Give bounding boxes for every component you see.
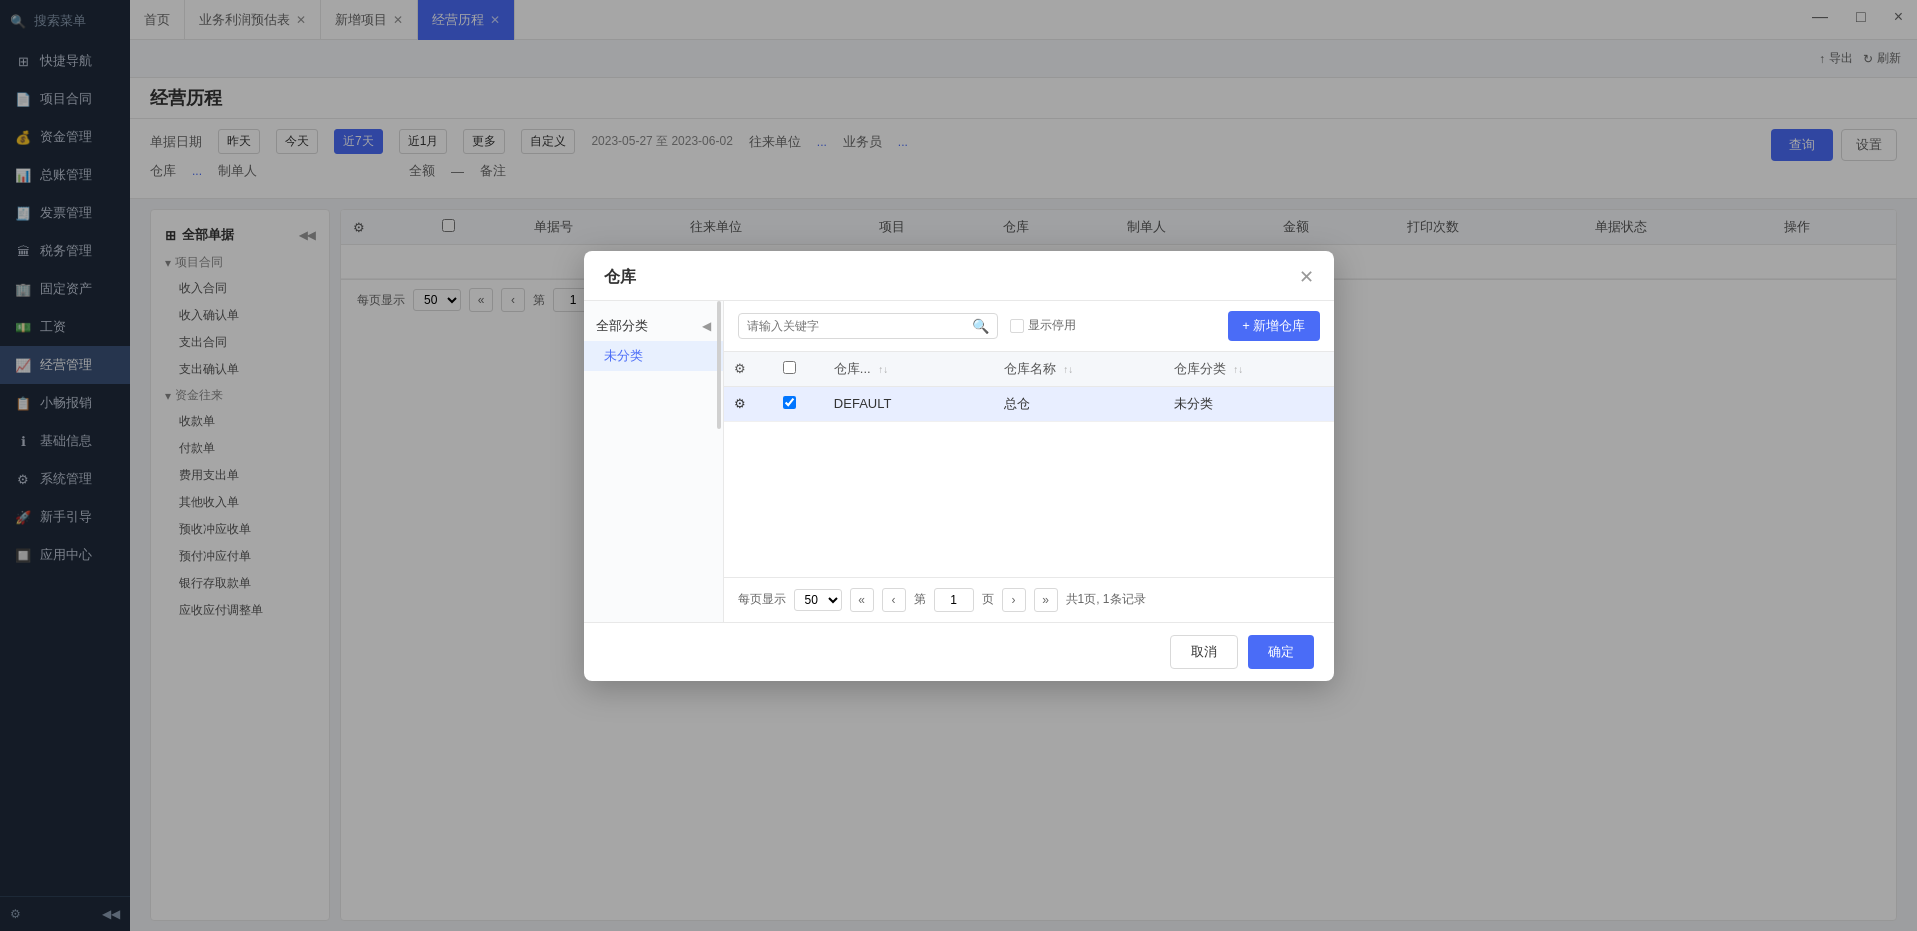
modal-checkbox-all[interactable] xyxy=(783,361,796,374)
modal-total-text: 共1页, 1条记录 xyxy=(1066,591,1146,608)
modal-prev-page[interactable]: ‹ xyxy=(882,588,906,612)
row-check[interactable] xyxy=(773,386,824,421)
modal-close-button[interactable]: ✕ xyxy=(1299,268,1314,286)
modal-search-box[interactable]: 🔍 xyxy=(738,313,998,339)
show-disabled-checkbox[interactable]: 显示停用 xyxy=(1010,317,1076,334)
modal-col-name: 仓库名称 ↑↓ xyxy=(994,352,1164,387)
modal-table-wrap: ⚙ 仓库... ↑↓ 仓库名称 xyxy=(724,352,1334,577)
category-sort-icon[interactable]: ↑↓ xyxy=(1233,364,1243,375)
modal-pagination: 每页显示 50 « ‹ 第 页 › » 共1页, 1条记录 xyxy=(724,577,1334,622)
modal-body: 全部分类 ◀ 未分类 🔍 xyxy=(584,301,1334,622)
confirm-button[interactable]: 确定 xyxy=(1248,635,1314,669)
modal-last-page[interactable]: » xyxy=(1034,588,1058,612)
modal-right-panel: 🔍 显示停用 + 新增仓库 ⚙ xyxy=(724,301,1334,622)
code-sort-icon[interactable]: ↑↓ xyxy=(878,364,888,375)
modal-table: ⚙ 仓库... ↑↓ 仓库名称 xyxy=(724,352,1334,422)
modal-title: 仓库 xyxy=(604,267,636,288)
modal-col-settings[interactable]: ⚙ xyxy=(724,352,773,387)
modal-per-page-label: 每页显示 xyxy=(738,591,786,608)
modal-toolbar: 🔍 显示停用 + 新增仓库 xyxy=(724,301,1334,352)
uncategorized-item[interactable]: 未分类 xyxy=(584,341,723,371)
modal-next-page[interactable]: › xyxy=(1002,588,1026,612)
row-code: DEFAULT xyxy=(824,386,994,421)
modal-header: 仓库 ✕ xyxy=(584,251,1334,301)
modal-col-code: 仓库... ↑↓ xyxy=(824,352,994,387)
modal-col-check-all[interactable] xyxy=(773,352,824,387)
cancel-button[interactable]: 取消 xyxy=(1170,635,1238,669)
modal-page-input[interactable] xyxy=(934,588,974,612)
modal-first-page[interactable]: « xyxy=(850,588,874,612)
all-category-header[interactable]: 全部分类 ◀ xyxy=(584,311,723,341)
scroll-thumb xyxy=(717,301,721,429)
modal-search-input[interactable] xyxy=(747,319,966,333)
modal-search-icon: 🔍 xyxy=(972,318,989,334)
modal-page-suffix: 页 xyxy=(982,591,994,608)
add-warehouse-button[interactable]: + 新增仓库 xyxy=(1228,311,1319,341)
modal-left-scrollbar[interactable] xyxy=(717,301,721,622)
modal-action-footer: 取消 确定 xyxy=(584,622,1334,681)
row-category: 未分类 xyxy=(1164,386,1334,421)
modal-overlay: 仓库 ✕ 全部分类 ◀ 未分类 xyxy=(0,0,1917,931)
row-settings[interactable]: ⚙ xyxy=(724,386,773,421)
table-row[interactable]: ⚙ DEFAULT 总仓 未分类 xyxy=(724,386,1334,421)
category-collapse-icon[interactable]: ◀ xyxy=(702,319,711,333)
row-name: 总仓 xyxy=(994,386,1164,421)
disabled-checkbox[interactable] xyxy=(1010,319,1024,333)
modal-category-panel: 全部分类 ◀ 未分类 xyxy=(584,301,724,622)
modal-page-label: 第 xyxy=(914,591,926,608)
row-checkbox[interactable] xyxy=(783,396,796,409)
modal-col-category: 仓库分类 ↑↓ xyxy=(1164,352,1334,387)
name-sort-icon[interactable]: ↑↓ xyxy=(1063,364,1073,375)
warehouse-modal: 仓库 ✕ 全部分类 ◀ 未分类 xyxy=(584,251,1334,681)
modal-per-page-select[interactable]: 50 xyxy=(794,589,842,611)
